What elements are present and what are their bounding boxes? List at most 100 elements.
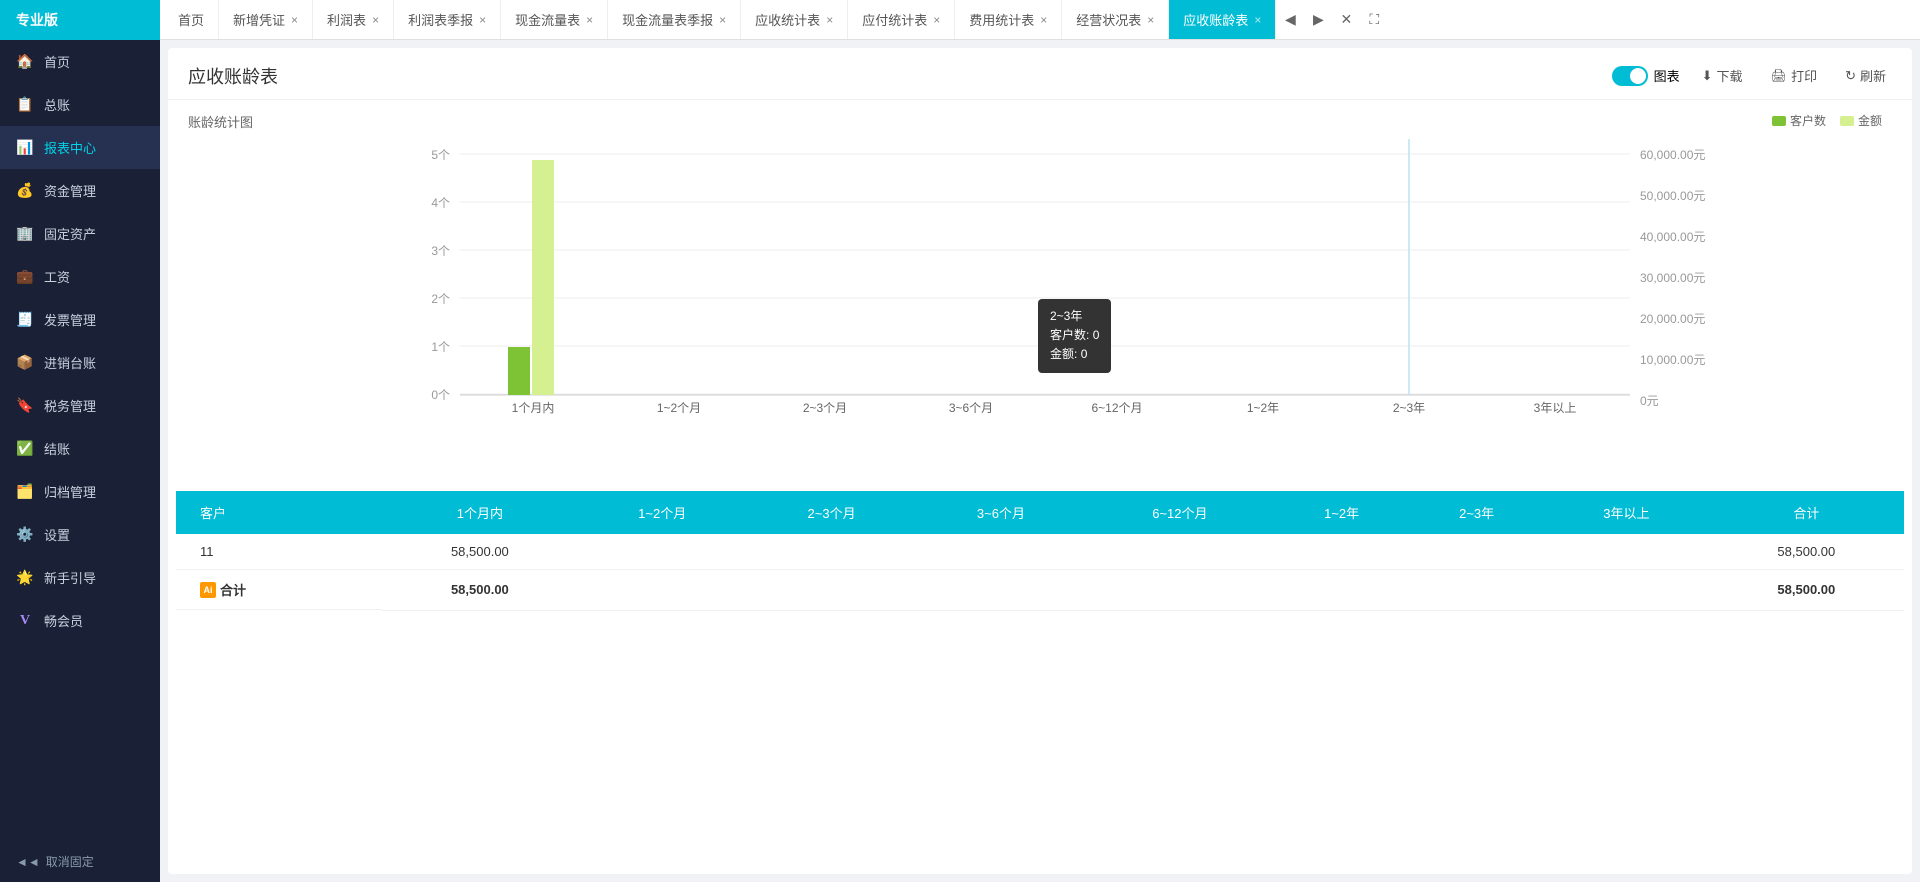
table-total-row: Ai 合计 58,500.00 58,500.00 [176,570,1904,611]
tab-payable-stat[interactable]: 应付统计表 × [848,0,955,40]
cell-m6-12 [1086,534,1275,570]
sidebar-item-settle[interactable]: ✅ 结账 [0,427,160,470]
table-container: 客户 1个月内 1~2个月 2~3个月 3~6个月 6~12个月 1~2年 2~… [168,491,1912,874]
svg-text:1~2年: 1~2年 [1247,401,1279,415]
sidebar-item-invoice-label: 发票管理 [44,310,96,329]
tab-cashflow[interactable]: 现金流量表 × [501,0,608,40]
sidebar-item-home[interactable]: 🏠 首页 [0,40,160,83]
sidebar-item-settings[interactable]: ⚙️ 设置 [0,513,160,556]
tab-receivable-aging[interactable]: 应收账龄表 × [1169,0,1276,40]
sidebar-item-tax[interactable]: 🔖 税务管理 [0,384,160,427]
invoice-icon: 🧾 [16,311,34,328]
col-y3plus: 3年以上 [1544,491,1709,534]
svg-text:60,000.00元: 60,000.00元 [1640,148,1705,162]
print-label: 打印 [1791,66,1817,85]
chart-title: 账龄统计图 [188,112,1892,131]
sidebar-item-sales[interactable]: 📦 进销台账 [0,341,160,384]
tab-expense-stat-close[interactable]: × [1040,13,1047,27]
legend-amount-color [1840,116,1854,126]
tab-cashflow-quarter-close[interactable]: × [719,13,726,27]
tab-voucher[interactable]: 新增凭证 × [219,0,313,40]
tab-cashflow-quarter-label: 现金流量表季报 [622,10,713,29]
settle-icon: ✅ [16,440,34,457]
toggle-track[interactable] [1612,66,1648,86]
svg-text:1个: 1个 [431,340,450,354]
sidebar-item-reports-label: 报表中心 [44,138,96,157]
cell-m1: 58,500.00 [382,534,577,570]
sidebar: 专业版 🏠 首页 📋 总账 📊 报表中心 💰 资金管理 🏢 固定资产 💼 工资 … [0,0,160,882]
col-y1-2: 1~2年 [1274,491,1409,534]
header-actions: 图表 ⬇ 下载 🖨 打印 ↻ 刷新 [1612,62,1892,89]
cell-customer: 11 [176,534,382,570]
sidebar-item-ledger[interactable]: 📋 总账 [0,83,160,126]
tab-nav-prev[interactable]: ◀ [1276,0,1304,40]
total-y3plus [1544,570,1709,611]
settings-icon: ⚙️ [16,526,34,543]
download-button[interactable]: ⬇ 下载 [1696,62,1749,89]
tab-expense-stat[interactable]: 费用统计表 × [955,0,1062,40]
tab-nav-next[interactable]: ▶ [1304,0,1332,40]
svg-text:0个: 0个 [431,388,450,402]
tab-profit-quarter[interactable]: 利润表季报 × [394,0,501,40]
main-content: 首页 新增凭证 × 利润表 × 利润表季报 × 现金流量表 × 现金流量表季报 … [160,0,1920,882]
tab-receivable-stat-close[interactable]: × [826,13,833,27]
cell-y3plus [1544,534,1709,570]
print-button[interactable]: 🖨 打印 [1765,62,1824,89]
total-label-cell: Ai 合计 [176,570,382,610]
page-header: 应收账龄表 图表 ⬇ 下载 🖨 打印 ↻ 刷新 [168,48,1912,100]
svg-text:3个: 3个 [431,244,450,258]
svg-text:0元: 0元 [1640,394,1659,408]
tab-payable-stat-close[interactable]: × [933,13,940,27]
sidebar-item-guide[interactable]: 🌟 新手引导 [0,556,160,599]
total-total: 58,500.00 [1709,570,1904,611]
svg-text:2~3个月: 2~3个月 [803,401,847,415]
svg-text:4个: 4个 [431,196,450,210]
app-logo: 专业版 [0,0,160,40]
svg-text:5个: 5个 [431,148,450,162]
sidebar-item-archive[interactable]: 🗂️ 归档管理 [0,470,160,513]
tab-business-stat-close[interactable]: × [1147,13,1154,27]
col-m1: 1个月内 [382,491,577,534]
tab-cashflow-close[interactable]: × [586,13,593,27]
sales-icon: 📦 [16,354,34,371]
tab-cashflow-quarter[interactable]: 现金流量表季报 × [608,0,741,40]
tab-home[interactable]: 首页 [164,0,219,40]
sidebar-item-assets[interactable]: 🏢 固定资产 [0,212,160,255]
tab-maximize[interactable]: ⛶ [1360,0,1388,40]
svg-text:3年以上: 3年以上 [1534,401,1577,415]
sidebar-item-funds[interactable]: 💰 资金管理 [0,169,160,212]
bar-customers-0 [508,347,530,395]
tab-close-all[interactable]: ✕ [1332,0,1360,40]
col-m2-3: 2~3个月 [747,491,916,534]
tab-profit-close[interactable]: × [372,13,379,27]
tab-business-stat[interactable]: 经营状况表 × [1062,0,1169,40]
sidebar-item-salary[interactable]: 💼 工资 [0,255,160,298]
home-icon: 🏠 [16,53,34,70]
refresh-button[interactable]: ↻ 刷新 [1839,62,1892,89]
chart-legend: 客户数 金额 [1772,112,1882,129]
sidebar-item-settings-label: 设置 [44,525,70,544]
sidebar-item-member[interactable]: V 畅会员 [0,599,160,642]
legend-customers-color [1772,116,1786,126]
legend-customers: 客户数 [1772,112,1826,129]
print-icon: 🖨 [1771,68,1788,84]
tab-profit[interactable]: 利润表 × [313,0,394,40]
funds-icon: 💰 [16,182,34,199]
svg-text:20,000.00元: 20,000.00元 [1640,312,1705,326]
tab-voucher-close[interactable]: × [291,13,298,27]
sidebar-item-home-label: 首页 [44,52,70,71]
refresh-label: 刷新 [1860,66,1886,85]
tab-receivable-aging-close[interactable]: × [1254,13,1261,27]
tab-profit-quarter-close[interactable]: × [479,13,486,27]
page-title: 应收账龄表 [188,63,1612,89]
sidebar-pin-toggle[interactable]: ◄◄ 取消固定 [0,841,160,882]
total-m1: 58,500.00 [382,570,577,611]
total-label: 合计 [220,580,246,599]
tab-receivable-stat[interactable]: 应收统计表 × [741,0,848,40]
chart-toggle[interactable]: 图表 [1612,66,1680,86]
sidebar-item-invoice[interactable]: 🧾 发票管理 [0,298,160,341]
svg-text:1个月内: 1个月内 [512,401,555,415]
legend-amount-label: 金额 [1858,112,1882,129]
cell-y2-3 [1409,534,1544,570]
sidebar-item-reports[interactable]: 📊 报表中心 [0,126,160,169]
